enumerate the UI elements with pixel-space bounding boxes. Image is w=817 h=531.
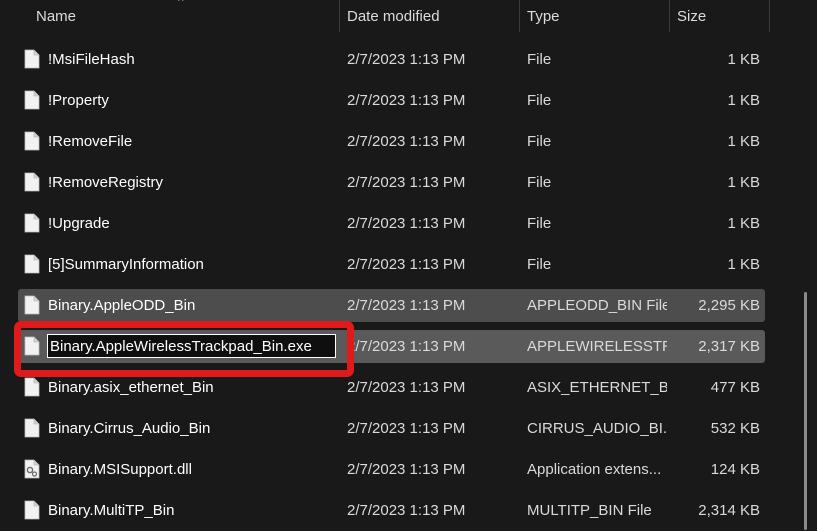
blank-file-icon [24,500,40,520]
rename-input[interactable] [47,334,336,358]
file-size: 124 KB [710,461,760,478]
file-date-modified: 2/7/2023 1:13 PM [347,92,466,109]
file-row[interactable]: Binary.MSISupport.dll 2/7/2023 1:13 PM App… [18,453,765,486]
sort-ascending-icon: ^ [178,0,184,8]
file-date-modified: 2/7/2023 1:13 PM [347,215,466,232]
file-name: !Upgrade [48,215,110,232]
file-date-modified: 2/7/2023 1:13 PM [347,256,466,273]
file-size: 1 KB [727,256,760,273]
file-size: 1 KB [727,174,760,191]
file-row[interactable]: !RemoveRegistry 2/7/2023 1:13 PM File 1 KB [18,166,765,199]
file-type: File [527,51,552,68]
file-row[interactable]: !RemoveFile 2/7/2023 1:13 PM File 1 KB [18,125,765,158]
file-type: File [527,256,552,273]
blank-file-icon [24,49,40,69]
file-row[interactable]: Binary.asix_ethernet_Bin 2/7/2023 1:13 PM… [18,371,765,404]
file-row[interactable]: !Upgrade 2/7/2023 1:13 PM File 1 KB [18,207,765,240]
file-type: APPLEWIRELESSTR... [527,338,667,355]
file-type: File [527,215,552,232]
file-row[interactable]: [5]SummaryInformation 2/7/2023 1:13 PM Fil… [18,248,765,281]
file-date-modified: 2/7/2023 1:13 PM [347,502,466,519]
blank-file-icon [24,213,40,233]
file-date-modified: 2/7/2023 1:13 PM [347,379,466,396]
file-size: 477 KB [710,379,760,396]
blank-file-icon [24,377,40,397]
file-name: Binary.Cirrus_Audio_Bin [48,420,211,437]
file-row[interactable]: Binary.Cirrus_Audio_Bin 2/7/2023 1:13 PM C… [18,412,765,445]
file-type: File [527,133,552,150]
column-header-size[interactable]: Size [669,0,769,34]
column-header-name-label: Name [36,8,77,25]
file-explorer: Name ^ Date modified Type Size !MsiFileH… [0,0,817,531]
file-date-modified: 2/7/2023 1:13 PM [347,461,466,478]
file-type: MULTITP_BIN File [527,502,652,519]
file-date-modified: 2/7/2023 1:13 PM [347,51,466,68]
column-divider[interactable] [769,0,770,32]
column-header-date-label: Date modified [347,8,440,25]
file-name: Binary.AppleODD_Bin [48,297,196,314]
dll-gear-file-icon [24,459,40,479]
blank-file-icon [24,295,40,315]
column-header-date[interactable]: Date modified [339,0,519,34]
file-row[interactable]: 2/7/2023 1:13 PM APPLEWIRELESSTR... 2,317 … [18,330,765,363]
file-size: 1 KB [727,133,760,150]
file-size: 1 KB [727,215,760,232]
file-date-modified: 2/7/2023 1:13 PM [347,174,466,191]
blank-file-icon [24,336,40,356]
file-size: 1 KB [727,51,760,68]
column-header-type[interactable]: Type [519,0,669,34]
file-size: 2,317 KB [698,338,760,355]
file-type: APPLEODD_BIN File [527,297,667,314]
file-type: File [527,92,552,109]
file-type: File [527,174,552,191]
file-type: ASIX_ETHERNET_B... [527,379,667,396]
vertical-scrollbar-thumb[interactable] [804,292,807,530]
file-size: 2,314 KB [698,502,760,519]
column-header-type-label: Type [527,8,560,25]
file-name: !RemoveFile [48,133,133,150]
column-header-size-label: Size [677,8,707,25]
blank-file-icon [24,172,40,192]
file-size: 532 KB [710,420,760,437]
file-type: CIRRUS_AUDIO_BI... [527,420,667,437]
blank-file-icon [24,90,40,110]
file-name: Binary.MultiTP_Bin [48,502,175,519]
blank-file-icon [24,254,40,274]
file-date-modified: 2/7/2023 1:13 PM [347,338,466,355]
file-name: Binary.MSISupport.dll [48,461,192,478]
file-size: 2,295 KB [698,297,760,314]
file-date-modified: 2/7/2023 1:13 PM [347,297,466,314]
file-name: !MsiFileHash [48,51,135,68]
column-header-bar: Name ^ Date modified Type Size [0,0,817,34]
file-row[interactable]: Binary.AppleODD_Bin 2/7/2023 1:13 PM APPLE… [18,289,765,322]
file-row[interactable]: !Property 2/7/2023 1:13 PM File 1 KB [18,84,765,117]
file-name: !RemoveRegistry [48,174,164,191]
file-date-modified: 2/7/2023 1:13 PM [347,420,466,437]
file-row[interactable]: Binary.MultiTP_Bin 2/7/2023 1:13 PM MULTIT… [18,494,765,527]
file-size: 1 KB [727,92,760,109]
file-type: Application extens... [527,461,662,478]
file-row[interactable]: !MsiFileHash 2/7/2023 1:13 PM File 1 KB [18,43,765,76]
file-date-modified: 2/7/2023 1:13 PM [347,133,466,150]
file-name: !Property [48,92,109,109]
file-name: [5]SummaryInformation [48,256,204,273]
blank-file-icon [24,418,40,438]
blank-file-icon [24,131,40,151]
file-name: Binary.asix_ethernet_Bin [48,379,214,396]
